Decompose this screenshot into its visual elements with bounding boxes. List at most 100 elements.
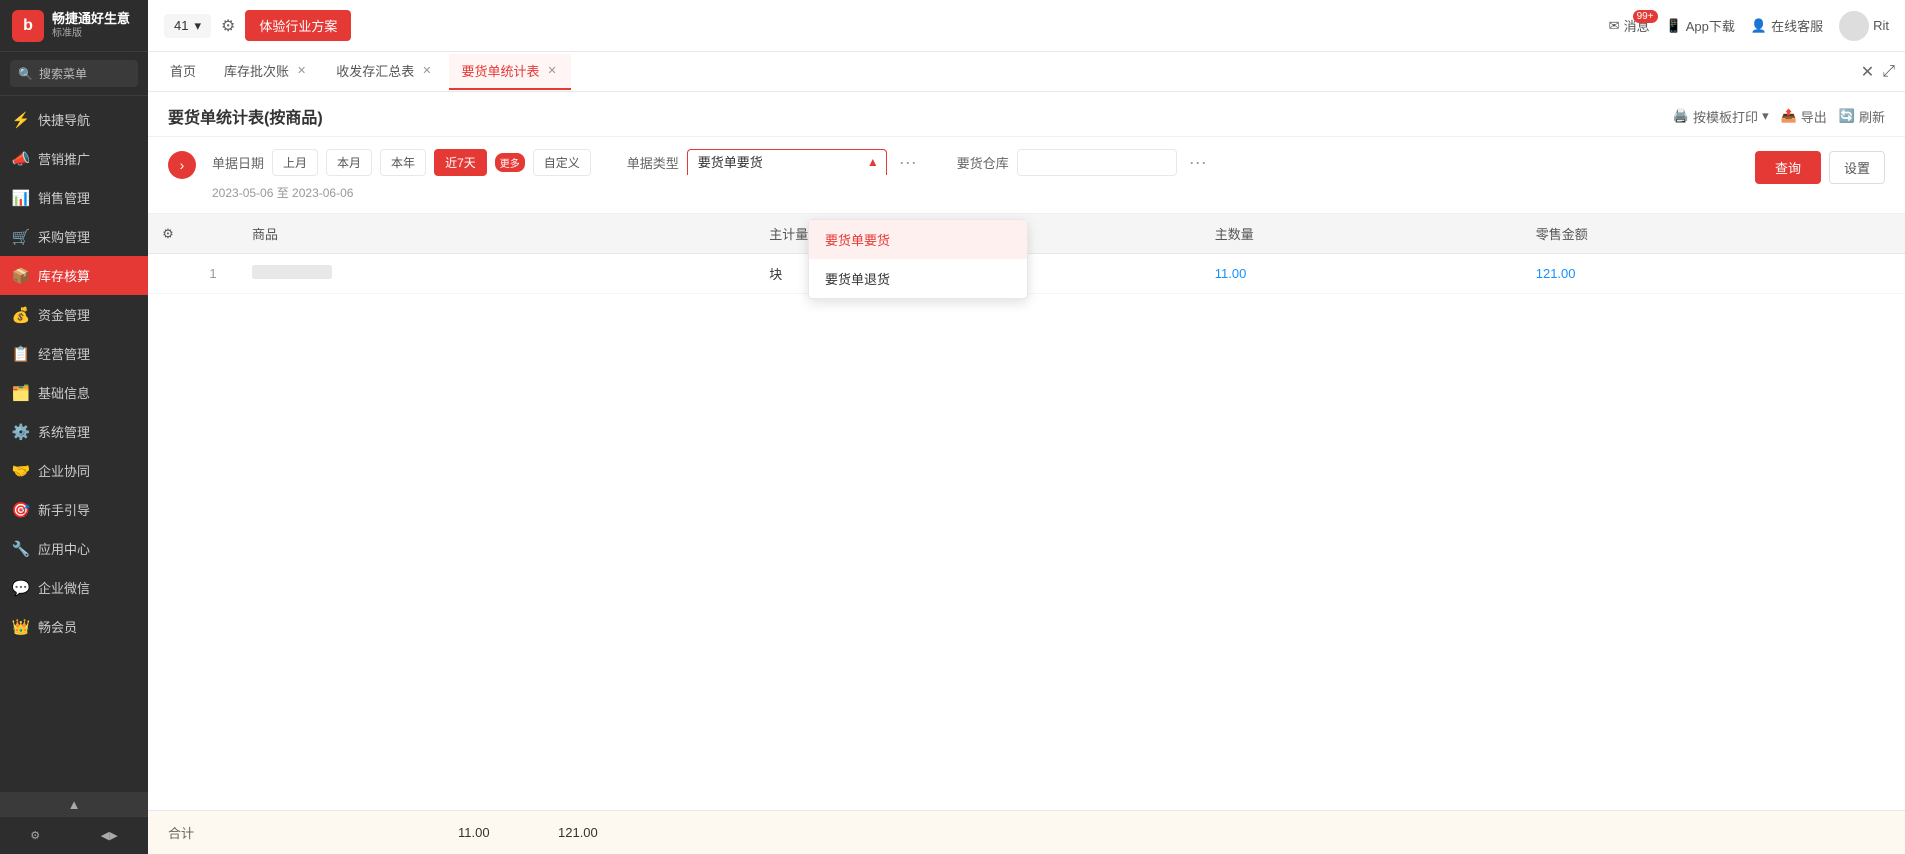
sidebar-item-basic[interactable]: 🗂️ 基础信息 <box>0 373 148 412</box>
tab-home[interactable]: 首页 <box>158 54 208 90</box>
row-qty-cell: 11.00 <box>1201 254 1522 294</box>
app-download-button[interactable]: 📱 App下载 <box>1666 16 1735 35</box>
system-icon: ⚙️ <box>12 423 30 441</box>
col-header-qty: 主数量 <box>1201 214 1522 254</box>
avatar-image <box>1839 11 1869 41</box>
row-qty-link[interactable]: 11.00 <box>1215 266 1247 281</box>
type-filter-group: 单据类型 要货单要货要货单退货 ▲ ··· <box>627 149 921 175</box>
finance-icon: 💰 <box>12 306 30 324</box>
tab-close-batch-account[interactable]: ✕ <box>295 62 308 79</box>
tab-close-all-button[interactable]: ✕ <box>1861 62 1874 82</box>
sidebar-item-finance[interactable]: 💰 资金管理 <box>0 295 148 334</box>
footer-qty: 11.00 <box>458 825 538 840</box>
refresh-icon: 🔄 <box>1839 108 1855 124</box>
col-header-product: 商品 <box>238 214 755 254</box>
warehouse-filter-group: 要货仓库 ··· <box>957 149 1211 176</box>
print-button[interactable]: 🖨️ 按模板打印 ▾ <box>1673 107 1769 126</box>
tab-close-requisition-stats[interactable]: ✕ <box>546 62 559 79</box>
date-more-badge[interactable]: 更多 <box>495 153 525 172</box>
col-header-settings[interactable]: ⚙ <box>148 214 188 254</box>
page-header: 要货单统计表(按商品) 🖨️ 按模板打印 ▾ 📤 导出 🔄 刷新 <box>148 92 1905 137</box>
topbar-right: ✉ 消息 99+ 📱 App下载 👤 在线客服 Rit <box>1609 11 1889 41</box>
sidebar-bottom: ⚙ ◀▶ <box>0 816 148 854</box>
operation-icon: 📋 <box>12 345 30 363</box>
sidebar-item-purchase[interactable]: 🛒 采购管理 <box>0 217 148 256</box>
sidebar-search-area: 🔍 搜索菜单 <box>0 52 148 96</box>
sidebar-item-enterprise[interactable]: 🤝 企业协同 <box>0 451 148 490</box>
export-icon: 📤 <box>1781 108 1797 124</box>
topbar-gear-button[interactable]: ⚙ <box>221 16 235 36</box>
sidebar-item-sales[interactable]: 📊 销售管理 <box>0 178 148 217</box>
app-logo-text: 畅捷通好生意 标准版 <box>52 11 130 41</box>
date-curr-month-button[interactable]: 本月 <box>326 149 372 176</box>
col-header-amount: 零售金额 <box>1522 214 1905 254</box>
sidebar-item-inventory[interactable]: 📦 库存核算 <box>0 256 148 295</box>
trial-button[interactable]: 体验行业方案 <box>245 10 351 41</box>
tab-batch-account[interactable]: 库存批次账 ✕ <box>212 54 320 90</box>
purchase-icon: 🛒 <box>12 228 30 246</box>
date-filter-row: 单据日期 上月 本月 本年 近7天 更多 自定义 <box>212 149 591 176</box>
message-button[interactable]: ✉ 消息 99+ <box>1609 16 1650 35</box>
tab-fullscreen-button[interactable]: ⤢ <box>1882 63 1895 81</box>
type-select[interactable]: 要货单要货要货单退货 <box>687 149 887 175</box>
online-service-button[interactable]: 👤 在线客服 <box>1751 16 1823 35</box>
export-button[interactable]: 📤 导出 <box>1781 107 1827 126</box>
tabbar-actions: ✕ ⤢ <box>1861 62 1895 82</box>
content-area: 要货单统计表(按商品) 🖨️ 按模板打印 ▾ 📤 导出 🔄 刷新 <box>148 92 1905 854</box>
sidebar-collapse-button[interactable]: ◀▶ <box>93 825 126 846</box>
sidebar-item-guide[interactable]: 🎯 新手引导 <box>0 490 148 529</box>
basic-icon: 🗂️ <box>12 384 30 402</box>
sidebar-item-quick-nav[interactable]: ⚡ 快捷导航 <box>0 100 148 139</box>
date-prev-month-button[interactable]: 上月 <box>272 149 318 176</box>
page-title: 要货单统计表(按商品) <box>168 104 323 128</box>
sidebar-item-marketing[interactable]: 📣 营销推广 <box>0 139 148 178</box>
guide-icon: 🎯 <box>12 501 30 519</box>
query-button[interactable]: 查询 <box>1755 151 1821 184</box>
dropdown-item-return[interactable]: 要货单退货 <box>809 259 1027 298</box>
row-product-cell <box>238 254 755 294</box>
date-year-button[interactable]: 本年 <box>380 149 426 176</box>
store-selector[interactable]: 41 ▾ <box>164 14 211 38</box>
marketing-icon: 📣 <box>12 150 30 168</box>
search-menu-button[interactable]: 🔍 搜索菜单 <box>10 60 138 87</box>
sidebar-item-operation[interactable]: 📋 经营管理 <box>0 334 148 373</box>
filter-more-button[interactable]: ··· <box>895 152 921 173</box>
store-name: 41 <box>174 18 188 33</box>
refresh-button[interactable]: 🔄 刷新 <box>1839 107 1885 126</box>
inventory-icon: 📦 <box>12 267 30 285</box>
sidebar-scroll-up[interactable]: ▲ <box>0 792 148 816</box>
tab-close-receive-summary[interactable]: ✕ <box>420 62 433 79</box>
user-avatar[interactable]: Rit <box>1839 11 1889 41</box>
filter-toggle-button[interactable]: › <box>168 151 196 179</box>
footer-amount: 121.00 <box>558 825 638 840</box>
table-area: ⚙ 商品 主计量单位 主数量 零售金额 1 <box>148 214 1905 810</box>
date-custom-button[interactable]: 自定义 <box>533 149 591 176</box>
service-icon: 👤 <box>1751 18 1767 34</box>
sidebar-settings-button[interactable]: ⚙ <box>22 825 48 846</box>
tab-receive-summary[interactable]: 收发存汇总表 ✕ <box>324 54 445 90</box>
quick-nav-icon: ⚡ <box>12 111 30 129</box>
print-icon: 🖨️ <box>1673 108 1689 124</box>
search-icon: 🔍 <box>18 67 33 81</box>
sidebar-item-app-center[interactable]: 🔧 应用中心 <box>0 529 148 568</box>
app-center-icon: 🔧 <box>12 540 30 558</box>
app-logo-icon: b <box>12 10 44 42</box>
warehouse-select[interactable] <box>1017 149 1177 176</box>
page: 要货单统计表(按商品) 🖨️ 按模板打印 ▾ 📤 导出 🔄 刷新 <box>148 92 1905 854</box>
filter-action-buttons: 查询 设置 <box>1755 149 1885 184</box>
sidebar-item-system[interactable]: ⚙️ 系统管理 <box>0 412 148 451</box>
settings-icon: ⚙ <box>30 829 40 842</box>
row-amount-link[interactable]: 121.00 <box>1536 266 1576 281</box>
message-icon: ✉ <box>1609 18 1620 34</box>
sidebar-item-member[interactable]: 👑 畅会员 <box>0 607 148 646</box>
sidebar-item-wechat[interactable]: 💬 企业微信 <box>0 568 148 607</box>
date-week-button[interactable]: 近7天 <box>434 149 487 176</box>
row-amount-cell: 121.00 <box>1522 254 1905 294</box>
download-icon: 📱 <box>1666 18 1682 34</box>
filter-bar: › 单据日期 上月 本月 本年 近7天 更多 自定义 2023-05-06 至 … <box>148 137 1905 214</box>
date-range-text: 2023-05-06 至 2023-06-06 <box>212 184 353 201</box>
settings-button[interactable]: 设置 <box>1829 151 1885 184</box>
tab-requisition-stats[interactable]: 要货单统计表 ✕ <box>449 54 570 90</box>
warehouse-more-button[interactable]: ··· <box>1185 152 1211 173</box>
dropdown-item-requisition[interactable]: 要货单要货 <box>809 220 1027 259</box>
